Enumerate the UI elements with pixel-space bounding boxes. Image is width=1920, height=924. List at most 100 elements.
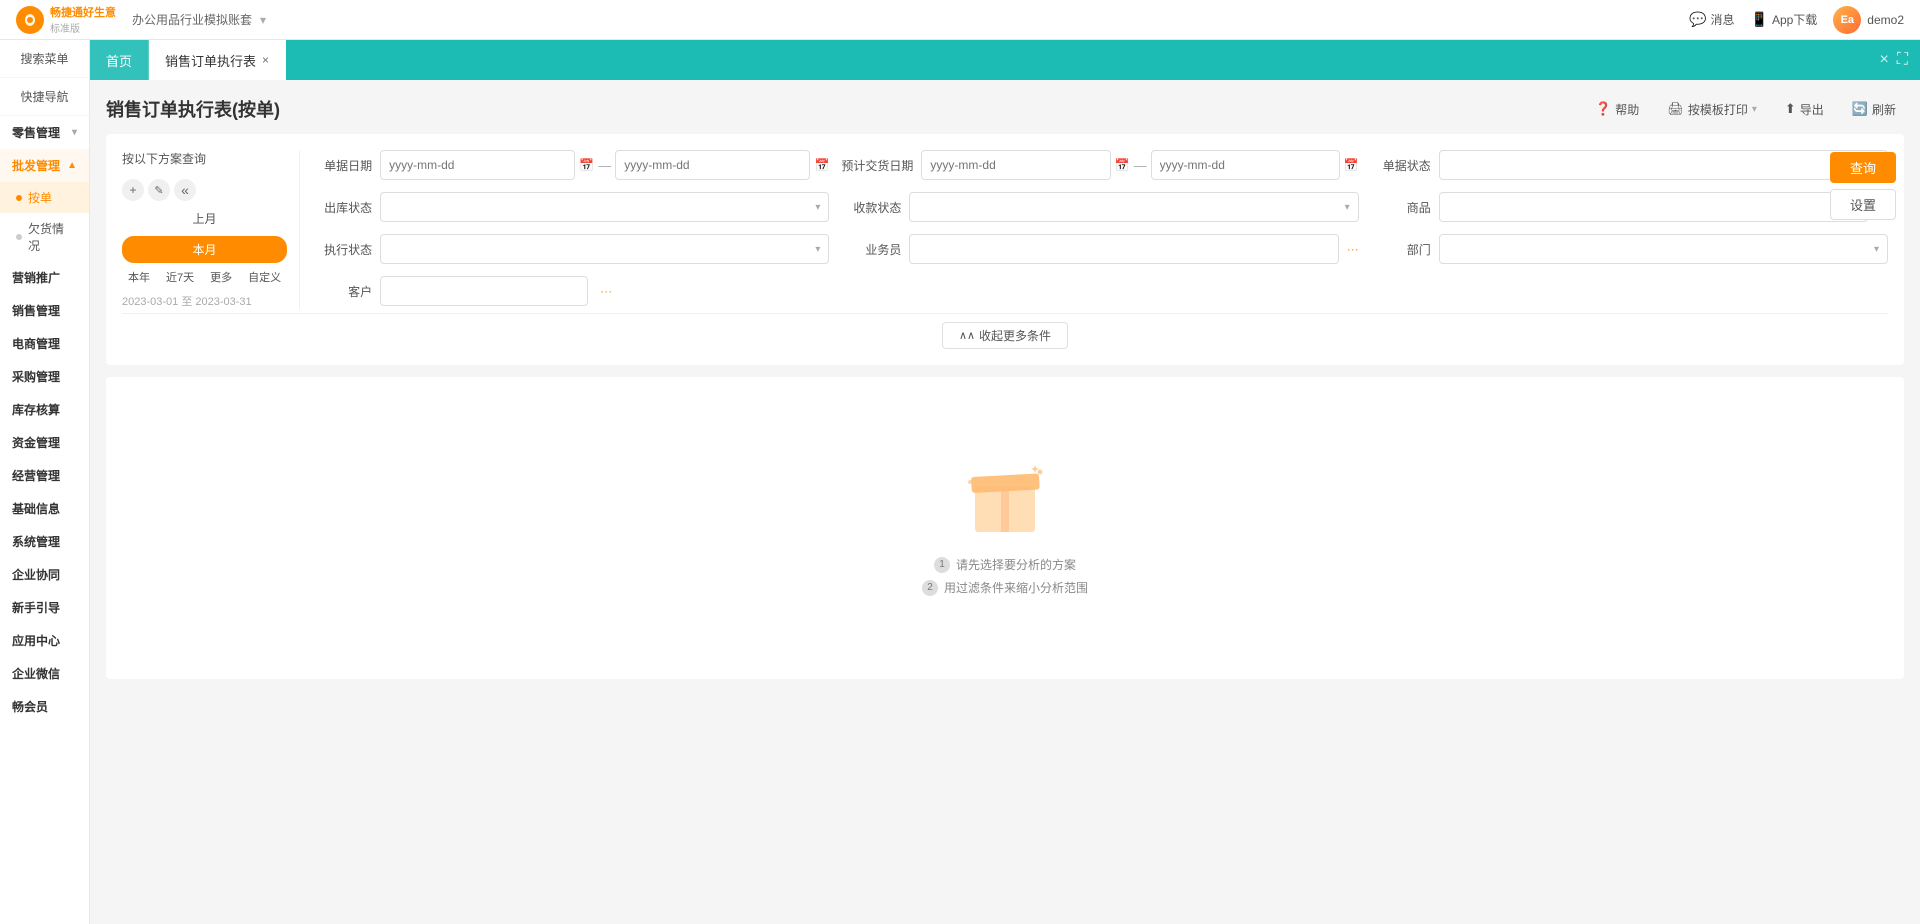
scheme-title: 按以下方案查询: [122, 150, 206, 167]
print-button[interactable]: 🖨 按模板打印 ▾: [1659, 97, 1765, 122]
exec-status-label: 执行状态: [312, 241, 372, 258]
salesperson-label: 业务员: [841, 241, 901, 258]
tab-sales-exec[interactable]: 销售订单执行表 ×: [149, 40, 286, 80]
sidebar-apps-label: 应用中心: [12, 632, 60, 649]
sidebar-sales-label: 销售管理: [12, 302, 60, 319]
print-dropdown-icon: ▾: [1752, 104, 1757, 115]
sidebar-item-finance[interactable]: 资金管理: [0, 426, 89, 459]
sidebar-corp-label: 企业协同: [12, 566, 60, 583]
username: demo2: [1867, 13, 1904, 27]
scheme-btn-本年[interactable]: 本年: [122, 267, 156, 287]
add-scheme-btn[interactable]: +: [122, 179, 144, 201]
out-status-select[interactable]: ▾: [380, 192, 829, 222]
date-from-input[interactable]: [380, 150, 575, 180]
filter-field-status: 单据状态 ▾: [1371, 150, 1888, 180]
sidebar-item-purchase[interactable]: 采购管理: [0, 360, 89, 393]
sidebar-item-apps[interactable]: 应用中心: [0, 624, 89, 657]
sidebar-sub-item-欠货情况[interactable]: 欠货情况: [0, 213, 89, 261]
sidebar-quicknav-label: 快捷导航: [20, 88, 68, 105]
tab-home[interactable]: 首页: [90, 40, 149, 80]
sidebar-system-label: 系统管理: [12, 533, 60, 550]
sidebar-item-ecommerce[interactable]: 电商管理: [0, 327, 89, 360]
salesperson-input[interactable]: [909, 234, 1338, 264]
sidebar-item-ops[interactable]: 经营管理: [0, 459, 89, 492]
app-title: 办公用品行业模拟账套: [132, 11, 252, 28]
refresh-icon: 🔄: [1852, 101, 1868, 117]
user-area[interactable]: Ea demo2: [1833, 6, 1904, 34]
out-status-arrow: ▾: [815, 202, 820, 213]
scheme-btn-近7天[interactable]: 近7天: [160, 267, 200, 287]
main-layout: 搜索菜单 快捷导航 零售管理 ▾ 批发管理 ▲ 按单 欠货情况 营销推广 销售管…: [0, 40, 1920, 924]
tab-sales-exec-label: 销售订单执行表: [165, 51, 256, 70]
sidebar-item-retail[interactable]: 零售管理 ▾: [0, 116, 89, 149]
customer-input[interactable]: [380, 276, 588, 306]
sidebar-item-member[interactable]: 畅会员: [0, 690, 89, 723]
scheme-btn-上月[interactable]: 上月: [122, 205, 287, 232]
query-button[interactable]: 查询: [1830, 152, 1896, 183]
filter-panel: 按以下方案查询 + ✎ « 上月: [106, 134, 1904, 365]
expected-date-to[interactable]: [1151, 150, 1340, 180]
sidebar-wholesale-label: 批发管理: [12, 157, 60, 174]
status-select[interactable]: ▾: [1439, 150, 1888, 180]
sidebar-item-quicknav[interactable]: 快捷导航: [0, 78, 89, 116]
dept-select[interactable]: ▾: [1439, 234, 1888, 264]
scheme-btn-更多[interactable]: 更多: [204, 267, 238, 287]
top-header: 畅捷通好生意 标准版 办公用品行业模拟账套 ▾ 💬 消息 📱 App下载 Ea …: [0, 0, 1920, 40]
filter-field-expected-date: 预计交货日期 📅 — 📅: [841, 150, 1358, 180]
sidebar-sub-item-按单[interactable]: 按单: [0, 182, 89, 213]
customer-more-icon[interactable]: ···: [600, 284, 612, 298]
content-area: 首页 销售订单执行表 × × ⛶ 销售订单执行表(按单) ❓: [90, 40, 1920, 924]
filter-field-date: 单据日期 📅 — 📅: [312, 150, 829, 180]
help-icon: ❓: [1595, 101, 1611, 117]
print-icon: 🖨: [1667, 101, 1684, 117]
collapse-btn-label: 收起更多条件: [979, 327, 1051, 344]
collapse-more-btn[interactable]: ∧∧ 收起更多条件: [942, 322, 1068, 349]
tab-close-icon[interactable]: ×: [262, 53, 269, 67]
date-range-hint: 2023-03-01 至 2023-03-31: [122, 293, 287, 309]
sidebar-item-newbie[interactable]: 新手引导: [0, 591, 89, 624]
refresh-button[interactable]: 🔄 刷新: [1844, 97, 1904, 122]
logo-icon: [16, 6, 44, 34]
active-dot: [16, 195, 22, 201]
expected-date-from[interactable]: [921, 150, 1110, 180]
sidebar-sub-按单: 按单: [28, 189, 52, 206]
cal-icon-from: 📅: [579, 158, 594, 172]
tab-window-close-btn[interactable]: ×: [1879, 51, 1888, 69]
expected-cal-from: 📅: [1115, 158, 1130, 172]
scheme-btn-本月[interactable]: 本月: [122, 236, 287, 263]
filter-field-goods: 商品 ···: [1371, 192, 1888, 222]
date-to-input[interactable]: [615, 150, 810, 180]
app-download-button[interactable]: 📱 App下载: [1751, 11, 1818, 28]
help-button[interactable]: ❓ 帮助: [1587, 97, 1647, 122]
scheme-btn-自定义[interactable]: 自定义: [242, 267, 287, 287]
sidebar-item-search[interactable]: 搜索菜单: [0, 40, 89, 78]
payment-status-arrow: ▾: [1345, 202, 1350, 213]
edit-scheme-btn[interactable]: ✎: [148, 179, 170, 201]
settings-button[interactable]: 设置: [1830, 189, 1896, 220]
tab-window-expand-btn[interactable]: ⛶: [1897, 51, 1908, 69]
sidebar-item-corp-wx[interactable]: 企业微信: [0, 657, 89, 690]
sidebar-item-marketing[interactable]: 营销推广: [0, 261, 89, 294]
sidebar-item-inventory[interactable]: 库存核算: [0, 393, 89, 426]
logo-area: 畅捷通好生意 标准版: [16, 4, 116, 35]
sidebar-item-corp[interactable]: 企业协同: [0, 558, 89, 591]
payment-status-select[interactable]: ▾: [909, 192, 1358, 222]
query-actions: 查询 设置: [1830, 152, 1896, 220]
filter-row-1: 单据日期 📅 — 📅: [312, 150, 1888, 180]
message-button[interactable]: 💬 消息: [1689, 11, 1734, 28]
sidebar-finance-label: 资金管理: [12, 434, 60, 451]
phone-icon: 📱: [1751, 11, 1768, 28]
sidebar-purchase-label: 采购管理: [12, 368, 60, 385]
sidebar-item-wholesale[interactable]: 批发管理 ▲: [0, 149, 89, 182]
dropdown-icon[interactable]: ▾: [260, 13, 266, 27]
goods-input[interactable]: [1439, 192, 1868, 222]
sidebar-item-basics[interactable]: 基础信息: [0, 492, 89, 525]
salesperson-more-icon[interactable]: ···: [1347, 242, 1359, 256]
collapse-scheme-btn[interactable]: «: [174, 179, 196, 201]
export-button[interactable]: ⬆ 导出: [1777, 97, 1832, 122]
exec-status-arrow: ▾: [815, 244, 820, 255]
sidebar-item-sales[interactable]: 销售管理: [0, 294, 89, 327]
sidebar-item-system[interactable]: 系统管理: [0, 525, 89, 558]
exec-status-select[interactable]: ▾: [380, 234, 829, 264]
filter-row-4: 客户 ···: [312, 276, 1888, 306]
